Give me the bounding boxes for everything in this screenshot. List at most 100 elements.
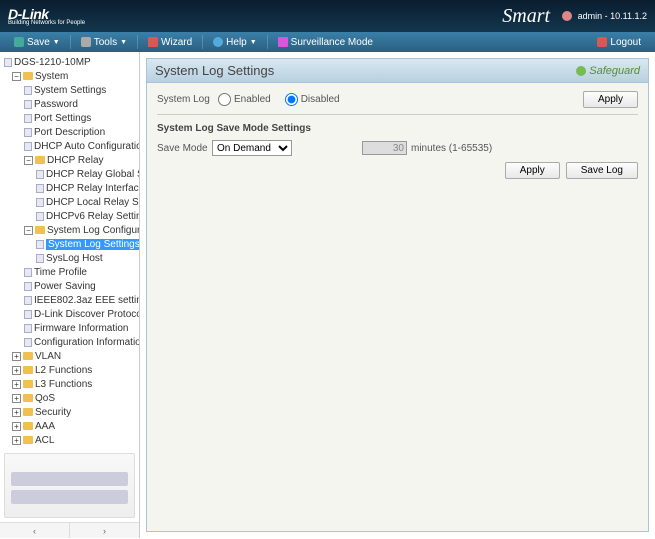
tree-folder[interactable]: +ACL (2, 434, 137, 448)
radio-disabled[interactable]: Disabled (285, 93, 340, 106)
syslog-radio-group: Enabled Disabled (218, 93, 340, 106)
tree-item[interactable]: Firmware Information (2, 322, 137, 336)
apply-button-2[interactable]: Apply (505, 162, 560, 179)
expand-icon[interactable]: + (12, 380, 21, 389)
surveillance-icon (278, 37, 288, 47)
folder-icon (23, 366, 33, 374)
tree-item[interactable]: Port Settings (2, 112, 137, 126)
savemode-select[interactable]: On Demand (212, 140, 292, 156)
button-row: Apply Save Log (157, 162, 638, 179)
tree-item[interactable]: System Settings (2, 84, 137, 98)
save-icon (14, 37, 24, 47)
separator (70, 35, 71, 49)
logo-subtitle: Building Networks for People (8, 20, 85, 26)
folder-icon (23, 436, 33, 444)
tree-syslog-config[interactable]: −System Log Configuration (2, 224, 137, 238)
panel-title: System Log Settings (155, 63, 274, 78)
page-icon (24, 142, 32, 151)
tree-item[interactable]: System Log Settings (2, 238, 137, 252)
folder-icon (23, 72, 33, 80)
page-icon (24, 282, 32, 291)
admin-text: admin - 10.11.1.2 (578, 11, 647, 21)
tree-item[interactable]: Power Saving (2, 280, 137, 294)
separator (137, 35, 138, 49)
menu-wizard[interactable]: Wizard (140, 37, 200, 48)
user-icon (562, 11, 572, 21)
savemode-section-title: System Log Save Mode Settings (157, 123, 638, 134)
collapse-icon[interactable]: − (24, 156, 33, 165)
page-icon (24, 324, 32, 333)
tree-folder[interactable]: +AAA (2, 420, 137, 434)
tree-system[interactable]: −System (2, 70, 137, 84)
tree-item[interactable]: Time Profile (2, 266, 137, 280)
page-icon (24, 268, 32, 277)
syslog-row: System Log Enabled Disabled Apply (157, 91, 638, 108)
tree-item[interactable]: DHCP Auto Configuration (2, 140, 137, 154)
panel-title-bar: System Log Settings Safeguard (147, 59, 648, 83)
expand-icon[interactable]: + (12, 436, 21, 445)
tree-item[interactable]: DHCP Relay Global Setting (2, 168, 137, 182)
tree-folder[interactable]: +PoE (2, 448, 137, 449)
menu-surveillance[interactable]: Surveillance Mode (270, 37, 381, 48)
expand-icon[interactable]: + (12, 352, 21, 361)
radio-disabled-input[interactable] (285, 93, 298, 106)
savemode-label: Save Mode (157, 143, 212, 154)
page-icon (24, 128, 32, 137)
tree-item[interactable]: DHCP Relay Interface Sett (2, 182, 137, 196)
tree-item[interactable]: Password (2, 98, 137, 112)
page-icon (36, 240, 44, 249)
tree-dhcp-relay[interactable]: −DHCP Relay (2, 154, 137, 168)
expand-icon[interactable]: + (12, 366, 21, 375)
menu-logout[interactable]: Logout (589, 37, 649, 48)
smart-brand: Smart (502, 5, 550, 28)
tree-folder[interactable]: +L2 Functions (2, 364, 137, 378)
tree-item[interactable]: Configuration Information (2, 336, 137, 350)
logo: D-Link Building Networks for People (8, 6, 85, 26)
page-icon (24, 86, 32, 95)
tree-item[interactable]: DHCP Local Relay Settings (2, 196, 137, 210)
tree-item[interactable]: D-Link Discover Protocol (2, 308, 137, 322)
app-header: D-Link Building Networks for People Smar… (0, 0, 655, 32)
content-area: System Log Settings Safeguard System Log… (140, 52, 655, 538)
wizard-icon (148, 37, 158, 47)
tree-item[interactable]: SysLog Host (2, 252, 137, 266)
chevron-down-icon: ▼ (250, 39, 257, 46)
tree-item[interactable]: DHCPv6 Relay Settings (2, 210, 137, 224)
collapse-icon[interactable]: − (24, 226, 33, 235)
savelog-button[interactable]: Save Log (566, 162, 638, 179)
tree-root[interactable]: DGS-1210-10MP (2, 56, 137, 70)
scroll-right-button[interactable]: › (69, 523, 139, 538)
page-icon (36, 254, 44, 263)
expand-icon[interactable]: + (12, 422, 21, 431)
safeguard-icon (576, 66, 586, 76)
tree-folder[interactable]: +QoS (2, 392, 137, 406)
help-icon (213, 37, 223, 47)
tree-item[interactable]: Port Description (2, 126, 137, 140)
separator (202, 35, 203, 49)
page-icon (36, 198, 44, 207)
menu-tools[interactable]: Tools▼ (73, 37, 135, 48)
page-icon (36, 170, 44, 179)
folder-icon (23, 352, 33, 360)
folder-icon (35, 156, 45, 164)
tree-folder[interactable]: +VLAN (2, 350, 137, 364)
safeguard-badge: Safeguard (576, 65, 640, 77)
page-icon (24, 296, 32, 305)
menu-save[interactable]: Save▼ (6, 37, 68, 48)
folder-icon (23, 394, 33, 402)
tools-icon (81, 37, 91, 47)
radio-enabled[interactable]: Enabled (218, 93, 271, 106)
page-icon (36, 212, 44, 221)
expand-icon[interactable]: + (12, 408, 21, 417)
tree-folder[interactable]: +Security (2, 406, 137, 420)
tree-item[interactable]: IEEE802.3az EEE settings (2, 294, 137, 308)
apply-button[interactable]: Apply (583, 91, 638, 108)
minutes-input[interactable] (362, 141, 407, 155)
collapse-icon[interactable]: − (12, 72, 21, 81)
radio-enabled-input[interactable] (218, 93, 231, 106)
tree-folder[interactable]: +L3 Functions (2, 378, 137, 392)
expand-icon[interactable]: + (12, 394, 21, 403)
menu-help[interactable]: Help▼ (205, 37, 265, 48)
device-icon (4, 58, 12, 67)
scroll-left-button[interactable]: ‹ (0, 523, 69, 538)
